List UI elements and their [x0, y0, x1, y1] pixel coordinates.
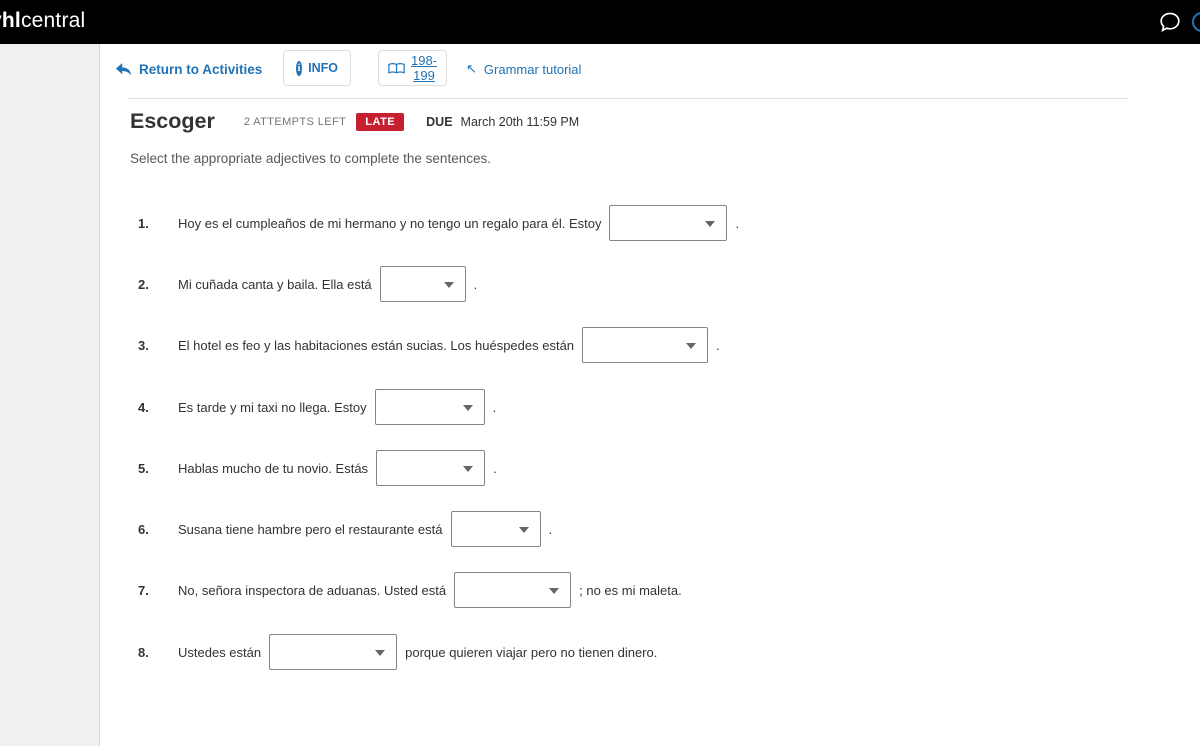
- logo-bold-part: vhl: [0, 9, 21, 32]
- chevron-down-icon: [686, 343, 697, 349]
- question-text: Es tarde y mi taxi no llega. Estoy: [178, 399, 367, 415]
- chevron-down-icon: [443, 282, 454, 288]
- toolbar-divider: [128, 98, 1128, 99]
- answer-select-1[interactable]: [609, 205, 728, 241]
- logo-rest-part: central: [20, 9, 86, 32]
- question-number: 4.: [138, 399, 149, 415]
- question-after-text: .: [473, 276, 478, 292]
- northwest-arrow-icon: ↖: [466, 61, 477, 76]
- question-number: 5.: [138, 460, 149, 476]
- question-after-text: .: [493, 460, 497, 476]
- question-text: No, señora inspectora de aduanas. Usted …: [178, 582, 447, 598]
- due-label: DUE: [426, 114, 453, 129]
- question-number: 1.: [138, 215, 149, 231]
- question-text: Mi cuñada canta y baila. Ella está: [178, 276, 372, 292]
- question-after-text: .: [735, 215, 740, 231]
- question-number: 6.: [138, 521, 149, 537]
- vhlcentral-logo: vhlcentral: [0, 9, 85, 33]
- question-text: El hotel es feo y las habitaciones están…: [178, 337, 575, 353]
- question-text: Susana tiene hambre pero el restaurante …: [178, 521, 443, 537]
- question-after-text: ; no es mi maleta.: [579, 582, 682, 598]
- attempts-left-label: 2 ATTEMPTS LEFT: [243, 115, 347, 128]
- info-icon: i: [296, 60, 303, 76]
- textbook-pages-button[interactable]: 198-199: [378, 50, 447, 86]
- due-date: March 20th 11:59 PM: [460, 114, 580, 129]
- info-button-label: INFO: [308, 61, 338, 75]
- activity-page: vhlcentral Return to Activities i INFO 1…: [0, 0, 1200, 746]
- open-book-icon: [388, 62, 405, 75]
- question-row-4: 4. Es tarde y mi taxi no llega. Estoy .: [138, 389, 496, 425]
- info-button[interactable]: i INFO: [283, 50, 351, 86]
- activity-header: Escoger 2 ATTEMPTS LEFT LATE DUE March 2…: [130, 109, 579, 134]
- activity-instructions: Select the appropriate adjectives to com…: [130, 151, 491, 166]
- answer-select-5[interactable]: [376, 450, 486, 486]
- late-status-badge: LATE: [356, 112, 405, 131]
- question-row-1: 1. Hoy es el cumpleaños de mi hermano y …: [138, 205, 739, 241]
- answer-select-7[interactable]: [454, 572, 572, 608]
- left-rail: [0, 44, 100, 746]
- chevron-down-icon: [375, 650, 386, 656]
- answer-select-8[interactable]: [269, 634, 398, 670]
- top-bar: vhlcentral: [0, 0, 1200, 44]
- question-text: Hablas mucho de tu novio. Estás: [178, 460, 369, 476]
- question-number: 3.: [138, 337, 149, 353]
- grammar-tutorial-link[interactable]: ↖ Grammar tutorial: [466, 51, 581, 87]
- question-after-text: .: [716, 337, 720, 353]
- answer-select-6[interactable]: [450, 511, 541, 547]
- question-number: 8.: [138, 644, 149, 660]
- textbook-pages-label: 198-199: [410, 53, 438, 83]
- chevron-down-icon: [705, 221, 716, 227]
- chevron-down-icon: [549, 588, 560, 594]
- question-after-text: porque quieren viajar pero no tienen din…: [405, 644, 658, 660]
- answer-select-3[interactable]: [582, 327, 709, 363]
- question-text: Ustedes están: [178, 644, 262, 660]
- return-to-activities-label: Return to Activities: [139, 61, 263, 77]
- return-to-activities-link[interactable]: Return to Activities: [115, 51, 262, 87]
- reply-arrow-icon: [115, 62, 132, 77]
- question-row-5: 5. Hablas mucho de tu novio. Estás .: [138, 450, 497, 486]
- question-row-6: 6. Susana tiene hambre pero el restauran…: [138, 511, 552, 547]
- question-after-text: .: [548, 521, 553, 537]
- question-row-2: 2. Mi cuñada canta y baila. Ella está .: [138, 266, 477, 302]
- chevron-down-icon: [518, 527, 529, 533]
- account-circle-icon[interactable]: [1192, 12, 1200, 32]
- answer-select-4[interactable]: [374, 389, 485, 425]
- question-number: 2.: [138, 276, 149, 292]
- question-number: 7.: [138, 582, 149, 598]
- chevron-down-icon: [462, 405, 473, 411]
- topbar-right-group: [1158, 0, 1200, 44]
- question-after-text: .: [492, 399, 497, 415]
- question-row-3: 3. El hotel es feo y las habitaciones es…: [138, 327, 720, 363]
- question-row-8: 8. Ustedes están porque quieren viajar p…: [138, 634, 657, 670]
- answer-select-2[interactable]: [379, 266, 466, 302]
- question-row-7: 7. No, señora inspectora de aduanas. Ust…: [138, 572, 682, 608]
- activity-title: Escoger: [130, 109, 215, 133]
- chevron-down-icon: [463, 466, 474, 472]
- activity-toolbar: Return to Activities i INFO 198-199 ↖ Gr…: [100, 44, 1200, 98]
- chat-bubble-icon[interactable]: [1158, 10, 1182, 34]
- grammar-tutorial-label: Grammar tutorial: [483, 61, 582, 77]
- question-text: Hoy es el cumpleaños de mi hermano y no …: [178, 215, 602, 231]
